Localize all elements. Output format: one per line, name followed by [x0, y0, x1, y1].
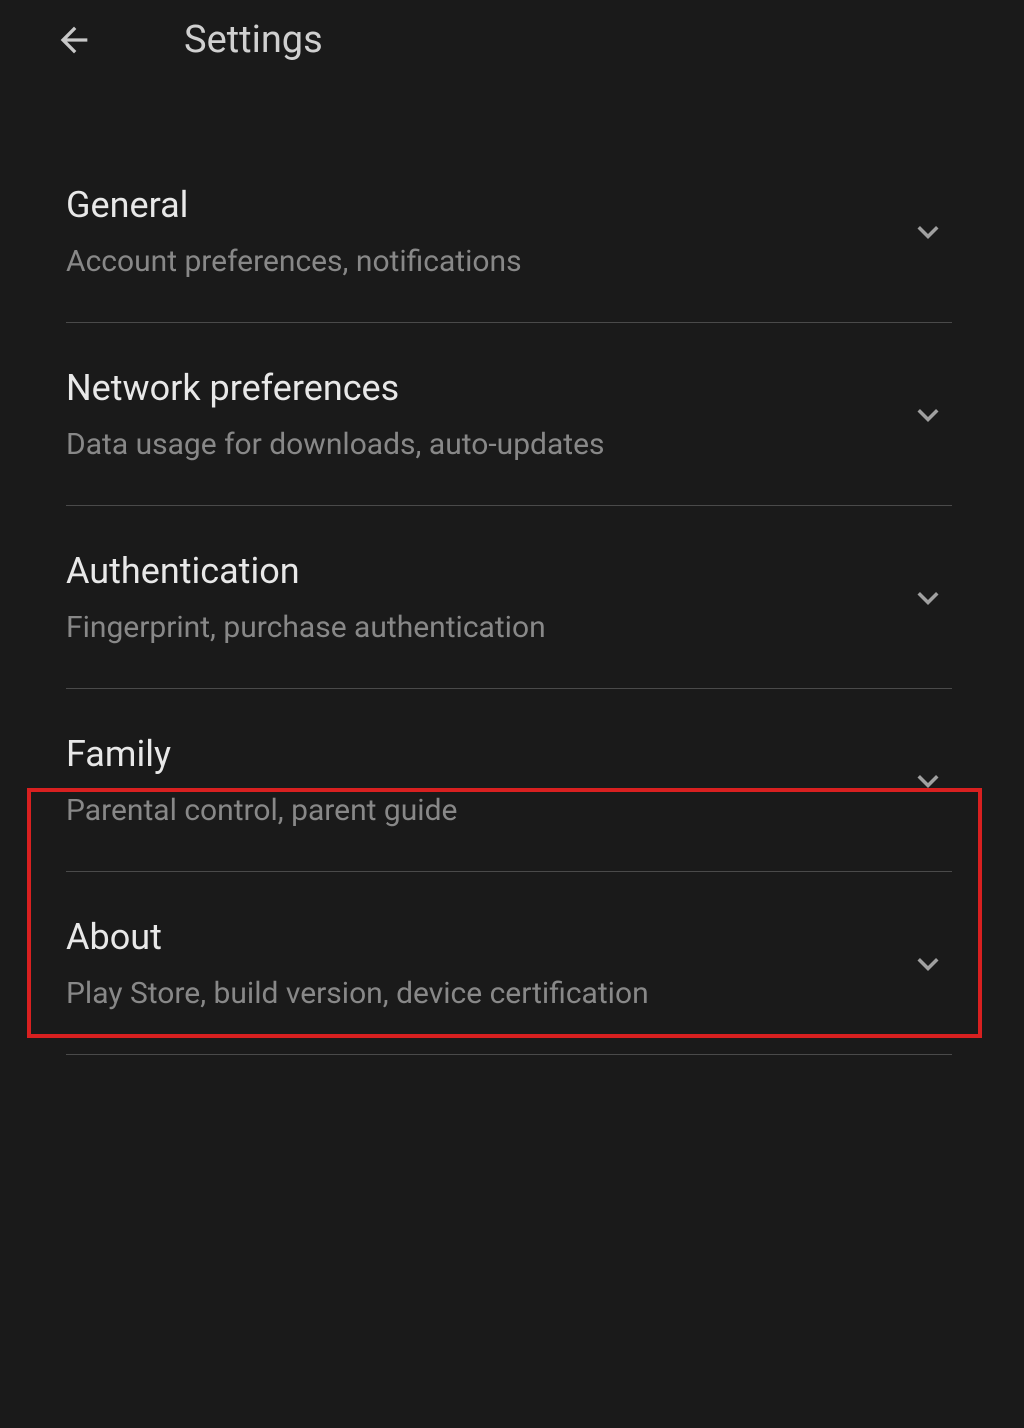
- setting-text: Authentication Fingerprint, purchase aut…: [66, 550, 904, 645]
- setting-subtitle: Fingerprint, purchase authentication: [66, 610, 904, 645]
- setting-subtitle: Play Store, build version, device certif…: [66, 976, 904, 1011]
- setting-text: Network preferences Data usage for downl…: [66, 367, 904, 462]
- setting-title: Authentication: [66, 550, 904, 592]
- chevron-down-icon: [904, 208, 952, 256]
- setting-item-general[interactable]: General Account preferences, notificatio…: [0, 140, 1024, 323]
- setting-title: Network preferences: [66, 367, 904, 409]
- chevron-down-icon: [904, 940, 952, 988]
- setting-title: About: [66, 916, 904, 958]
- setting-title: General: [66, 184, 904, 226]
- chevron-down-icon: [904, 574, 952, 622]
- chevron-down-icon: [904, 391, 952, 439]
- back-button[interactable]: [50, 16, 98, 64]
- setting-subtitle: Account preferences, notifications: [66, 244, 904, 279]
- setting-item-about[interactable]: About Play Store, build version, device …: [0, 872, 1024, 1055]
- page-title: Settings: [184, 18, 323, 62]
- setting-text: General Account preferences, notificatio…: [66, 184, 904, 279]
- setting-item-network[interactable]: Network preferences Data usage for downl…: [0, 323, 1024, 506]
- setting-subtitle: Data usage for downloads, auto-updates: [66, 427, 904, 462]
- settings-list: General Account preferences, notificatio…: [0, 80, 1024, 1055]
- setting-text: Family Parental control, parent guide: [66, 733, 904, 828]
- setting-title: Family: [66, 733, 904, 775]
- setting-item-family[interactable]: Family Parental control, parent guide: [0, 689, 1024, 872]
- arrow-left-icon: [54, 20, 94, 60]
- setting-text: About Play Store, build version, device …: [66, 916, 904, 1011]
- chevron-down-icon: [904, 757, 952, 805]
- setting-subtitle: Parental control, parent guide: [66, 793, 904, 828]
- header: Settings: [0, 0, 1024, 80]
- setting-item-authentication[interactable]: Authentication Fingerprint, purchase aut…: [0, 506, 1024, 689]
